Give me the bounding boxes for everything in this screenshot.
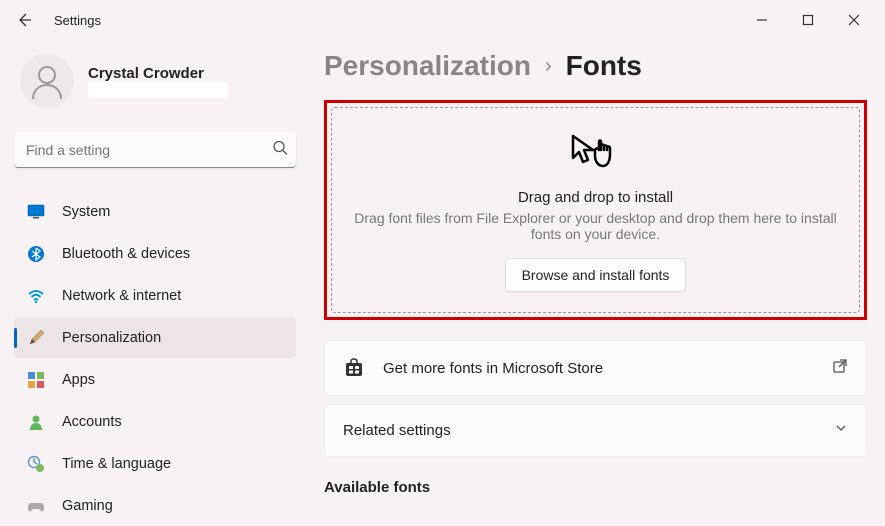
nav-item-apps[interactable]: Apps bbox=[14, 360, 296, 400]
window-controls bbox=[739, 4, 877, 36]
nav-item-gaming[interactable]: Gaming bbox=[14, 486, 296, 526]
nav-item-network[interactable]: Network & internet bbox=[14, 276, 296, 316]
clock-globe-icon bbox=[26, 454, 46, 474]
nav-item-bluetooth[interactable]: Bluetooth & devices bbox=[14, 234, 296, 274]
store-icon bbox=[343, 357, 365, 379]
nav-label: Network & internet bbox=[62, 288, 181, 304]
avatar bbox=[20, 54, 74, 108]
sidebar: Crystal Crowder System Bluetooth & devic… bbox=[0, 40, 310, 523]
nav-item-accounts[interactable]: Accounts bbox=[14, 402, 296, 442]
nav-item-personalization[interactable]: Personalization bbox=[14, 318, 296, 358]
profile-email bbox=[88, 82, 228, 98]
search-input[interactable] bbox=[14, 132, 296, 168]
nav-label: System bbox=[62, 204, 110, 220]
nav: System Bluetooth & devices Network & int… bbox=[14, 192, 296, 526]
dropzone-description: Drag font files from File Explorer or yo… bbox=[352, 210, 839, 242]
maximize-icon bbox=[802, 14, 814, 26]
close-icon bbox=[848, 14, 860, 26]
profile-info: Crystal Crowder bbox=[88, 65, 228, 98]
profile-name: Crystal Crowder bbox=[88, 65, 228, 82]
content: Personalization › Fonts Drag and drop to… bbox=[310, 40, 885, 523]
gaming-icon bbox=[26, 496, 46, 516]
search-box bbox=[14, 132, 296, 168]
accounts-icon bbox=[26, 412, 46, 432]
breadcrumb: Personalization › Fonts bbox=[324, 50, 867, 82]
system-icon bbox=[26, 202, 46, 222]
font-dropzone[interactable]: Drag and drop to install Drag font files… bbox=[331, 107, 860, 313]
profile[interactable]: Crystal Crowder bbox=[14, 54, 296, 108]
paintbrush-icon bbox=[26, 328, 46, 348]
arrow-left-icon bbox=[16, 12, 32, 28]
search-icon bbox=[272, 140, 288, 156]
nav-item-system[interactable]: System bbox=[14, 192, 296, 232]
minimize-icon bbox=[756, 14, 768, 26]
titlebar: Settings bbox=[0, 0, 885, 40]
nav-label: Time & language bbox=[62, 456, 171, 472]
person-icon bbox=[27, 61, 67, 101]
browse-fonts-button[interactable]: Browse and install fonts bbox=[505, 258, 687, 292]
nav-label: Gaming bbox=[62, 498, 113, 514]
open-external-icon bbox=[832, 358, 848, 379]
dropzone-title: Drag and drop to install bbox=[518, 189, 673, 206]
related-settings-card[interactable]: Related settings bbox=[324, 404, 867, 457]
nav-label: Personalization bbox=[62, 330, 161, 346]
close-button[interactable] bbox=[831, 4, 877, 36]
nav-label: Accounts bbox=[62, 414, 122, 430]
apps-icon bbox=[26, 370, 46, 390]
available-fonts-title: Available fonts bbox=[324, 479, 867, 496]
store-card[interactable]: Get more fonts in Microsoft Store bbox=[324, 340, 867, 396]
wifi-icon bbox=[26, 286, 46, 306]
store-card-label: Get more fonts in Microsoft Store bbox=[383, 360, 832, 377]
bluetooth-icon bbox=[26, 244, 46, 264]
back-button[interactable] bbox=[8, 4, 40, 36]
related-settings-label: Related settings bbox=[343, 422, 834, 439]
app-title: Settings bbox=[54, 13, 101, 28]
nav-label: Bluetooth & devices bbox=[62, 246, 190, 262]
maximize-button[interactable] bbox=[785, 4, 831, 36]
chevron-down-icon bbox=[834, 421, 848, 440]
breadcrumb-parent[interactable]: Personalization bbox=[324, 50, 531, 82]
cursor-hand-icon bbox=[569, 132, 623, 179]
breadcrumb-current: Fonts bbox=[566, 50, 642, 82]
highlight-annotation: Drag and drop to install Drag font files… bbox=[324, 100, 867, 320]
chevron-right-icon: › bbox=[545, 55, 552, 78]
nav-item-time-language[interactable]: Time & language bbox=[14, 444, 296, 484]
nav-label: Apps bbox=[62, 372, 95, 388]
minimize-button[interactable] bbox=[739, 4, 785, 36]
search-button[interactable] bbox=[272, 140, 288, 161]
